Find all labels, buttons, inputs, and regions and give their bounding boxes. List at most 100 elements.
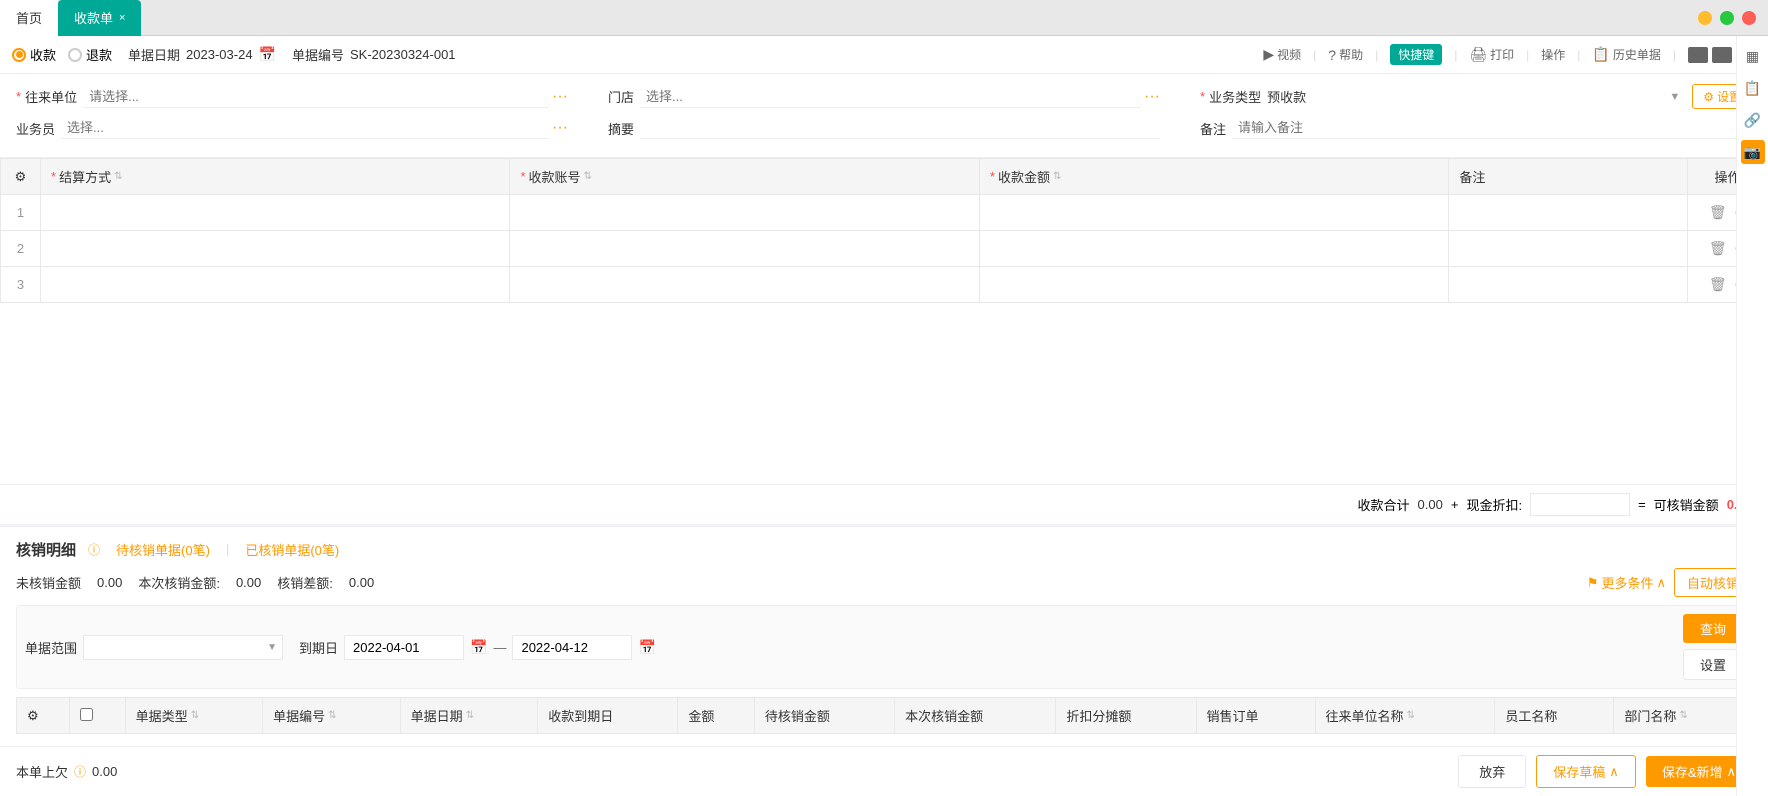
hexiao-section: 核销明细 ⓘ 待核销单据(0笔) | 已核销单据(0笔) 未核销金额 0.00 … [0,524,1768,746]
search-range-field: 单据范围 ▼ [25,635,283,660]
table-settings-header[interactable]: ⚙ [1,159,41,195]
help-icon: ? [1328,47,1336,63]
sort-icon-counterparty[interactable]: ⇅ [1407,710,1415,721]
sidebar-icon-table[interactable]: ▦ [1741,44,1765,68]
query-button[interactable]: 查询 [1683,614,1743,643]
help-button[interactable]: ? 帮助 [1328,46,1363,63]
tab-current-label: 收款单 [74,8,113,27]
print-button[interactable]: 🖨 打印 [1469,46,1514,63]
counterparty-more-icon[interactable]: ··· [552,88,568,106]
search-due-date-label: 到期日 [299,638,338,657]
select-all-checkbox[interactable] [80,708,93,721]
store-more-icon[interactable]: ··· [1144,88,1160,106]
row-1-remark[interactable] [1449,195,1688,231]
operation-button[interactable]: 操作 [1541,46,1565,63]
hexiao-tab-pending[interactable]: 待核销单据(0笔) [112,540,214,559]
store-input[interactable] [640,86,1140,108]
receipt-radio-dot [12,48,26,62]
row-3-remark[interactable] [1449,267,1688,303]
search-range-select[interactable] [83,635,283,660]
search-range-select-wrapper: ▼ [83,635,283,660]
row-2-amount[interactable] [979,231,1448,267]
row-3-settlement[interactable] [41,267,510,303]
row-2-account[interactable] [510,231,979,267]
business-type-dropdown-icon[interactable]: ▼ [1669,91,1680,103]
table-settings-icon[interactable]: ⚙ [15,169,27,184]
date-field: 单据日期 2023-03-24 📅 [128,45,276,64]
date-from-input[interactable] [344,635,464,660]
equals-sign: = [1638,497,1646,512]
receipt-radio[interactable]: 收款 [12,45,56,64]
refund-radio-label: 退款 [86,45,112,64]
tab-current[interactable]: 收款单 × [58,0,141,36]
hexiao-info-icon[interactable]: ⓘ [88,541,100,558]
row-1-amount[interactable] [979,195,1448,231]
date-to-icon[interactable]: 📅 [638,639,655,656]
tab-close-icon[interactable]: × [119,12,125,24]
sort-icon-amount[interactable]: ⇅ [1053,171,1061,182]
summary-label: 摘要 [608,119,634,138]
sort-icon-account[interactable]: ⇅ [584,171,592,182]
hexiao-tab-separator: | [226,542,229,557]
plus-sign: + [1451,497,1459,512]
sidebar-icon-link[interactable]: 🔗 [1741,108,1765,132]
date-from-icon[interactable]: 📅 [470,639,487,656]
bottom-th-type: 单据类型 ⇅ [125,698,263,734]
unverified-value: 0.00 [97,575,122,590]
bottom-table-section[interactable]: ⚙ 单据类型 ⇅ 单据编号 [16,697,1752,734]
discount-input[interactable] [1530,493,1630,516]
date-to-input[interactable] [512,635,632,660]
hexiao-tab-done[interactable]: 已核销单据(0笔) [241,540,343,559]
sidebar-icon-clipboard[interactable]: 📋 [1741,76,1765,100]
row-3-delete-btn[interactable]: 🗑 [1709,276,1727,293]
row-3-amount[interactable] [979,267,1448,303]
tab-home[interactable]: 首页 [0,0,58,36]
table-header-settlement: * 结算方式 ⇅ [41,159,510,195]
row-1-delete-btn[interactable]: 🗑 [1709,204,1727,221]
more-conditions-label: 更多条件 [1601,573,1653,592]
minimize-button[interactable] [1698,11,1712,25]
video-button[interactable]: ▶ 视频 [1263,46,1301,63]
bottom-th-settings[interactable]: ⚙ [17,698,70,734]
view-icon-list[interactable]: ≡ [1712,47,1732,63]
sales-rep-input[interactable] [61,117,548,139]
maximize-button[interactable] [1720,11,1734,25]
table-header-remark: 备注 [1449,159,1688,195]
row-3-account[interactable] [510,267,979,303]
order-info-icon[interactable]: ⓘ [74,763,86,780]
save-draft-button[interactable]: 保存草稿 ∧ [1536,755,1636,788]
row-1-settlement[interactable] [41,195,510,231]
history-button[interactable]: 📋 历史单据 [1592,46,1660,63]
sort-icon-date[interactable]: ⇅ [466,710,474,721]
abandon-button[interactable]: 放弃 [1458,755,1526,788]
shortcut-button[interactable]: 快捷键 [1390,44,1442,65]
bottom-th-discount: 折扣分摊额 [1056,698,1196,734]
main-table-section: ⚙ * 结算方式 ⇅ * 收款账号 [0,158,1768,524]
sales-rep-more-icon[interactable]: ··· [552,119,568,137]
more-conditions-button[interactable]: ⚑ 更多条件 ∧ [1587,573,1666,592]
row-1-account[interactable] [510,195,979,231]
main-table-wrapper[interactable]: ⚙ * 结算方式 ⇅ * 收款账号 [0,158,1768,484]
view-icon-left[interactable]: ◁ [1688,47,1708,63]
row-2-delete-btn[interactable]: 🗑 [1709,240,1727,257]
counterparty-required: * [16,89,21,104]
search-settings-button[interactable]: 设置 [1683,649,1743,680]
summary-input[interactable] [640,117,1160,139]
sidebar-icon-camera[interactable]: 📷 [1741,140,1765,164]
date-calendar-icon[interactable]: 📅 [259,46,276,63]
counterparty-input[interactable] [83,86,548,108]
sort-icon-number[interactable]: ⇅ [328,710,336,721]
sort-icon-dept[interactable]: ⇅ [1679,710,1687,721]
row-2-settlement[interactable] [41,231,510,267]
row-2-remark[interactable] [1449,231,1688,267]
refund-radio[interactable]: 退款 [68,45,112,64]
bottom-th-amount: 金额 [678,698,755,734]
remark-input[interactable] [1232,117,1752,139]
sort-icon-settlement[interactable]: ⇅ [114,171,122,182]
bottom-th-pending: 待核销金额 [754,698,894,734]
bottom-bar-left: 本单上欠 ⓘ 0.00 [16,762,117,781]
refund-radio-dot [68,48,82,62]
sort-icon-type[interactable]: ⇅ [191,710,199,721]
table-header-account: * 收款账号 ⇅ [510,159,979,195]
close-button[interactable] [1742,11,1756,25]
